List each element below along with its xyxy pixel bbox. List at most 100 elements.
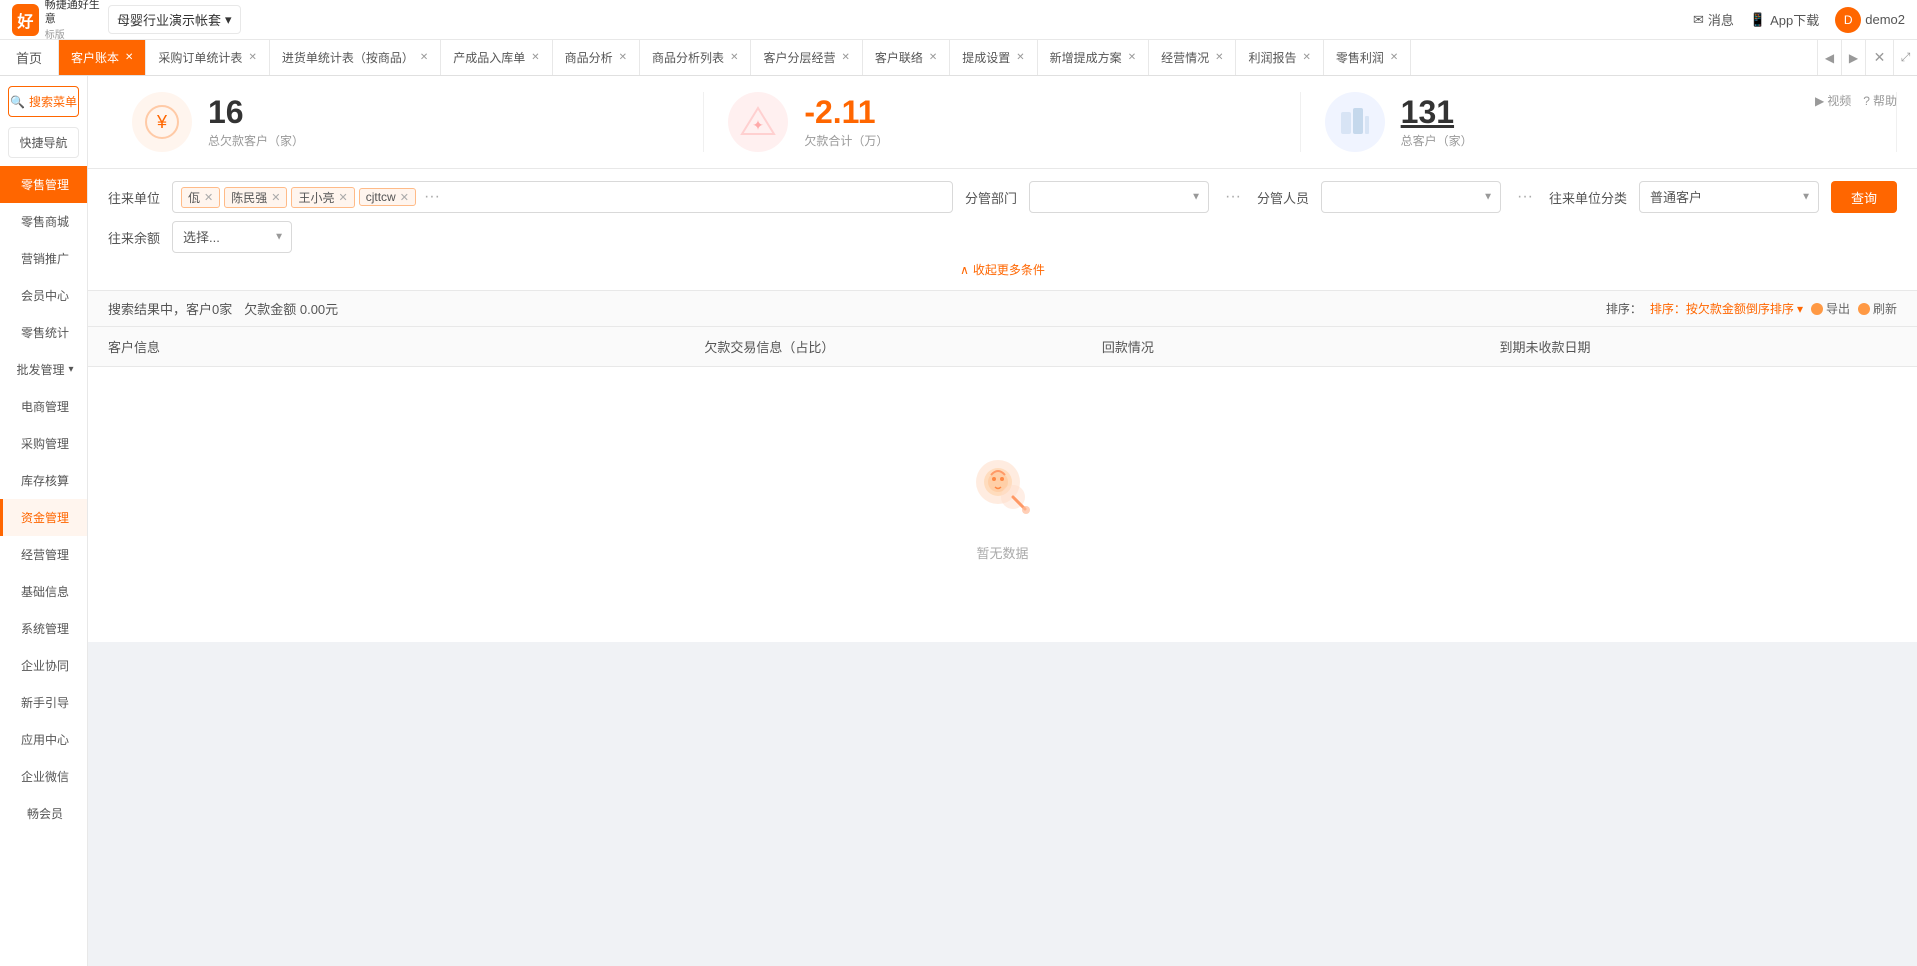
dept-more-btn[interactable]: ··· <box>1221 188 1245 206</box>
search-menu-btn[interactable]: 🔍 搜索菜单 <box>8 86 79 117</box>
close-tab-7[interactable]: ✕ <box>929 52 937 63</box>
unit-label: 往来单位 <box>108 188 160 207</box>
user-menu[interactable]: D demo2 <box>1835 7 1905 33</box>
remove-tag-wang[interactable]: ✕ <box>339 191 348 204</box>
close-tab-9[interactable]: ✕ <box>1128 52 1136 63</box>
export-btn[interactable]: 导出 <box>1811 300 1850 317</box>
col-repayment: 回款情况 <box>1102 337 1500 356</box>
tab-purchase-stats[interactable]: 进货单统计表（按商品） ✕ <box>270 40 441 75</box>
content-area: ¥ 16 总欠款客户（家） ✦ -2.11 欠款合计（ <box>88 76 1917 966</box>
sidebar-quick-area: 快捷导航 <box>0 123 87 166</box>
unit-class-select-wrap: 普通客户 <box>1639 181 1819 213</box>
sidebar-item-enterprise-collab[interactable]: 企业协同 <box>0 647 87 684</box>
sidebar-item-inventory[interactable]: 库存核算 <box>0 462 87 499</box>
sidebar-item-retail-mall[interactable]: 零售商城 <box>0 203 87 240</box>
unit-tags-input[interactable]: 佤 ✕ 陈民强 ✕ 王小亮 ✕ cjttcw ✕ ··· <box>172 181 953 213</box>
sidebar-item-operations[interactable]: 经营管理 <box>0 536 87 573</box>
sidebar-item-ecommerce[interactable]: 电商管理 <box>0 388 87 425</box>
sidebar-item-retail-stats[interactable]: 零售统计 <box>0 314 87 351</box>
sidebar-item-label: 零售管理 <box>11 176 79 193</box>
sidebar-item-label: 资金管理 <box>11 509 79 526</box>
close-tab-2[interactable]: ✕ <box>420 52 428 63</box>
svg-text:¥: ¥ <box>156 112 168 132</box>
dept-select[interactable] <box>1029 181 1209 213</box>
video-help-btn[interactable]: ▶ 视频 <box>1815 92 1851 109</box>
person-select[interactable] <box>1321 181 1501 213</box>
sidebar-item-beginner[interactable]: 新手引导 <box>0 684 87 721</box>
chevron-down-icon: ▾ <box>1797 302 1803 316</box>
sidebar: 🔍 搜索菜单 快捷导航 零售管理 零售商城 营销推广 会员中心 零售统计 批发管… <box>0 76 88 966</box>
sidebar-item-label: 新手引导 <box>11 694 79 711</box>
stat-label-arrears: 欠款合计（万） <box>804 132 888 149</box>
sidebar-item-wholesale[interactable]: 批发管理 ▾ <box>0 351 87 388</box>
close-tab-8[interactable]: ✕ <box>1016 52 1024 63</box>
remove-tag-cjttcw[interactable]: ✕ <box>400 191 409 204</box>
message-btn[interactable]: ✉ 消息 <box>1693 10 1734 29</box>
sidebar-item-label: 企业协同 <box>11 657 79 674</box>
close-tab-1[interactable]: ✕ <box>248 52 256 63</box>
maximize-btn[interactable]: ⤢ <box>1893 40 1917 76</box>
tag-chen: 陈民强 ✕ <box>224 187 287 208</box>
tab-product-analysis[interactable]: 商品分析 ✕ <box>553 40 640 75</box>
sidebar-item-finance[interactable]: 资金管理 <box>0 499 87 536</box>
tab-commission-settings[interactable]: 提成设置 ✕ <box>950 40 1037 75</box>
close-tab-0[interactable]: ✕ <box>125 52 133 63</box>
tab-add-commission[interactable]: 新增提成方案 ✕ <box>1038 40 1149 75</box>
sidebar-item-purchase[interactable]: 采购管理 <box>0 425 87 462</box>
tab-product-inbound[interactable]: 产成品入库单 ✕ <box>441 40 552 75</box>
person-more-btn[interactable]: ··· <box>1513 188 1537 206</box>
tab-customer-ledger[interactable]: 客户账本 ✕ <box>59 40 146 75</box>
sidebar-item-marketing[interactable]: 营销推广 <box>0 240 87 277</box>
tab-retail-profit[interactable]: 零售利润 ✕ <box>1324 40 1411 75</box>
sidebar-item-label: 基础信息 <box>11 583 79 600</box>
collapse-filters-btn[interactable]: ∧ 收起更多条件 <box>108 261 1897 278</box>
tab-customer-contact[interactable]: 客户联络 ✕ <box>863 40 950 75</box>
tab-profit-report[interactable]: 利润报告 ✕ <box>1236 40 1323 75</box>
close-tab-3[interactable]: ✕ <box>531 52 539 63</box>
sidebar-item-label: 系统管理 <box>11 620 79 637</box>
top-bar-left: 好 畅捷通好生意 标版 母婴行业演示帐套 ▾ <box>12 0 241 41</box>
sidebar-item-label: 电商管理 <box>11 398 79 415</box>
tab-product-analysis-list[interactable]: 商品分析列表 ✕ <box>640 40 751 75</box>
tab-home[interactable]: 首页 <box>0 40 59 75</box>
sidebar-item-app-center[interactable]: 应用中心 <box>0 721 87 758</box>
logo-icon: 好 <box>12 4 39 36</box>
tab-customer-tier[interactable]: 客户分层经营 ✕ <box>751 40 862 75</box>
stat-label-total: 总客户（家） <box>1401 132 1473 149</box>
close-tab-6[interactable]: ✕ <box>841 52 849 63</box>
refresh-btn[interactable]: 刷新 <box>1858 300 1897 317</box>
tab-operations[interactable]: 经营情况 ✕ <box>1149 40 1236 75</box>
sidebar-item-member[interactable]: 畅会员 <box>0 795 87 832</box>
tab-scroll-left[interactable]: ◀ <box>1817 40 1841 76</box>
tab-scroll-right[interactable]: ▶ <box>1841 40 1865 76</box>
close-tab-11[interactable]: ✕ <box>1303 52 1311 63</box>
tag-cjttcw: cjttcw ✕ <box>359 188 416 206</box>
app-download-btn[interactable]: 📱 App下载 <box>1750 10 1819 29</box>
close-tab-12[interactable]: ✕ <box>1390 52 1398 63</box>
sidebar-item-retail[interactable]: 零售管理 <box>0 166 87 203</box>
close-all-tabs[interactable]: ✕ <box>1865 40 1893 76</box>
more-tags-btn[interactable]: ··· <box>420 188 444 206</box>
sort-select[interactable]: 排序：按欠款金额倒序排序 ▾ <box>1650 300 1803 317</box>
sidebar-item-system[interactable]: 系统管理 <box>0 610 87 647</box>
query-btn[interactable]: 查询 <box>1831 181 1897 213</box>
sidebar-item-enterprise-wechat[interactable]: 企业微信 <box>0 758 87 795</box>
unit-class-select[interactable]: 普通客户 <box>1639 181 1819 213</box>
balance-select[interactable]: 选择... <box>172 221 292 253</box>
account-dropdown[interactable]: 母婴行业演示帐套 ▾ <box>108 5 241 34</box>
nav-tabs: 首页 客户账本 ✕ 采购订单统计表 ✕ 进货单统计表（按商品） ✕ 产成品入库单… <box>0 40 1917 76</box>
remove-tag-wa[interactable]: ✕ <box>204 191 213 204</box>
filter-row-1: 往来单位 佤 ✕ 陈民强 ✕ 王小亮 ✕ cjttcw <box>108 181 1897 213</box>
close-tab-4[interactable]: ✕ <box>619 52 627 63</box>
sidebar-item-basic-info[interactable]: 基础信息 <box>0 573 87 610</box>
close-tab-10[interactable]: ✕ <box>1215 52 1223 63</box>
col-arrears-info: 欠款交易信息（占比） <box>704 337 1102 356</box>
quick-nav-btn[interactable]: 快捷导航 <box>8 127 79 158</box>
tab-purchase-order[interactable]: 采购订单统计表 ✕ <box>146 40 269 75</box>
remove-tag-chen[interactable]: ✕ <box>271 191 280 204</box>
top-bar-right: ✉ 消息 📱 App下载 D demo2 <box>1693 7 1905 33</box>
help-btn[interactable]: ? 帮助 <box>1863 92 1897 109</box>
sort-label: 排序： <box>1606 300 1642 317</box>
sidebar-item-membership[interactable]: 会员中心 <box>0 277 87 314</box>
close-tab-5[interactable]: ✕ <box>730 52 738 63</box>
